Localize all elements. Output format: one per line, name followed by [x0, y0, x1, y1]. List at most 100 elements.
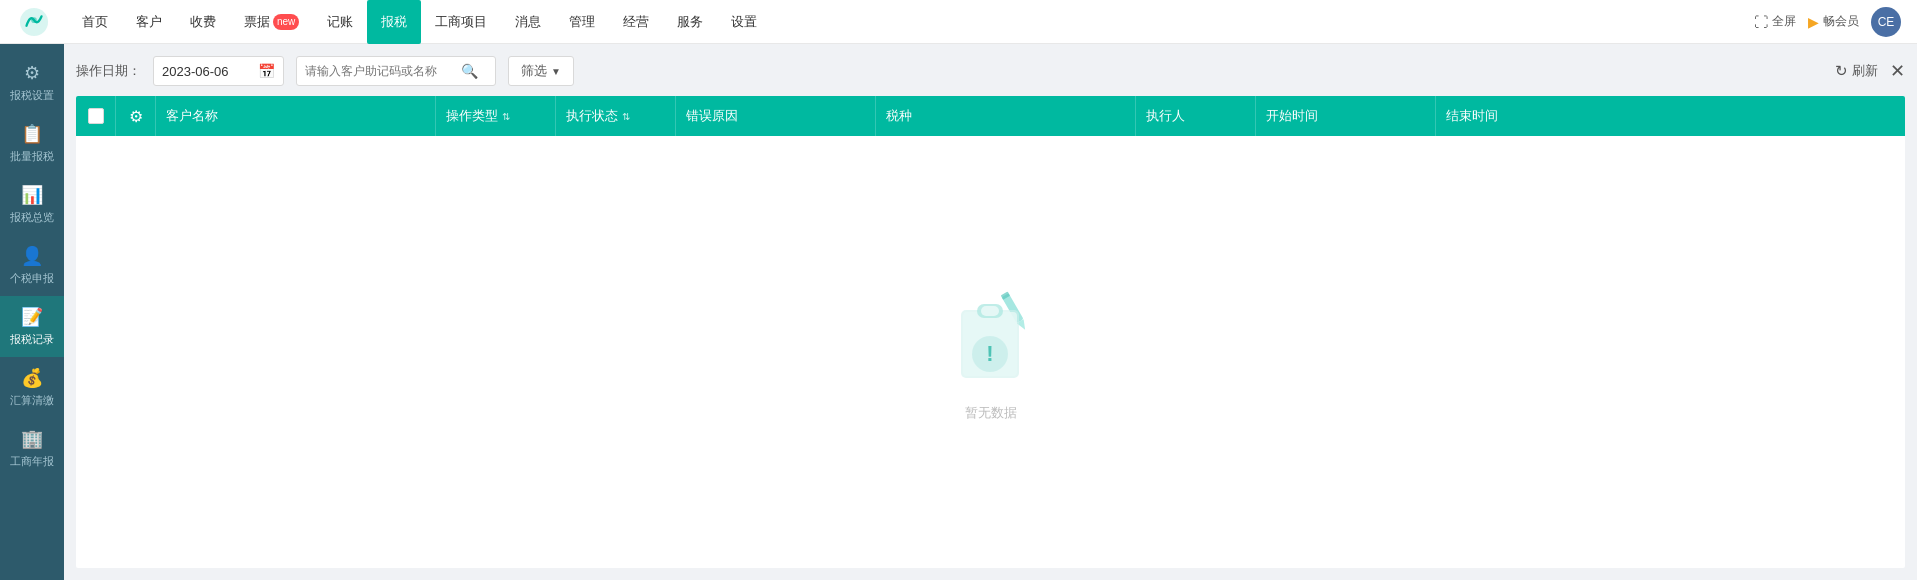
nav-item-设置[interactable]: 设置 [717, 0, 771, 44]
top-navigation: 首页客户收费票据new记账报税工商项目消息管理经营服务设置 ⛶ 全屏 ▶ 畅会员… [0, 0, 1917, 44]
sidebar: ⚙ 报税设置 📋 批量报税 📊 报税总览 👤 个税申报 📝 报税记录 💰 汇算清缴 🏢 工商年报 [0, 44, 64, 580]
app-logo[interactable] [16, 4, 52, 40]
sidebar-item-huisuanqingsuan[interactable]: 💰 汇算清缴 [0, 357, 64, 418]
calendar-icon: 📅 [258, 63, 275, 79]
nav-label: 票据 [244, 13, 270, 31]
nav-badge: new [273, 14, 299, 30]
nav-label: 服务 [677, 13, 703, 31]
sidebar-label-huisuanqingsuan: 汇算清缴 [10, 393, 54, 408]
nav-label: 工商项目 [435, 13, 487, 31]
th-settings[interactable]: ⚙ [116, 96, 156, 136]
nav-right: ⛶ 全屏 ▶ 畅会员 CE [1754, 7, 1901, 37]
refresh-icon: ↻ [1835, 62, 1848, 80]
th-label-errorReason: 错误原因 [686, 107, 738, 125]
nav-item-客户[interactable]: 客户 [122, 0, 176, 44]
sidebar-label-gongshangnianbaos: 工商年报 [10, 454, 54, 469]
nav-label: 记账 [327, 13, 353, 31]
gongshangnianbaos-icon: 🏢 [21, 428, 43, 450]
baoshuishezhi-icon: ⚙ [21, 62, 43, 84]
empty-state: ! 暂无数据 [901, 242, 1081, 462]
th-operationType[interactable]: 操作类型 ⇅ [436, 96, 556, 136]
toolbar-right: ↻ 刷新 ✕ [1835, 62, 1905, 80]
nav-label: 首页 [82, 13, 108, 31]
sidebar-label-geshuishenbao: 个税申报 [10, 271, 54, 286]
nav-item-消息[interactable]: 消息 [501, 0, 555, 44]
sidebar-item-piliangbaoshui[interactable]: 📋 批量报税 [0, 113, 64, 174]
date-input[interactable] [162, 64, 252, 79]
sidebar-label-baoshuishezhi: 报税设置 [10, 88, 54, 103]
chevron-down-icon: ▼ [551, 66, 561, 77]
content-area: 操作日期： 📅 🔍 筛选 ▼ ↻ 刷新 ✕ ⚙客 [64, 44, 1917, 580]
table-body: ! 暂无数据 [76, 136, 1905, 568]
search-box[interactable]: 🔍 [296, 56, 496, 86]
nav-label: 客户 [136, 13, 162, 31]
sort-icon-operationType[interactable]: ⇅ [502, 111, 510, 122]
nav-item-经营[interactable]: 经营 [609, 0, 663, 44]
th-executor: 执行人 [1136, 96, 1256, 136]
th-execStatus[interactable]: 执行状态 ⇅ [556, 96, 676, 136]
th-label-operationType: 操作类型 [446, 107, 498, 125]
th-label-clientName: 客户名称 [166, 107, 218, 125]
date-label: 操作日期： [76, 62, 141, 80]
nav-item-记账[interactable]: 记账 [313, 0, 367, 44]
filter-button[interactable]: 筛选 ▼ [508, 56, 574, 86]
nav-item-工商项目[interactable]: 工商项目 [421, 0, 501, 44]
fullscreen-button[interactable]: ⛶ 全屏 [1754, 13, 1796, 30]
nav-item-收费[interactable]: 收费 [176, 0, 230, 44]
baoshuizonglan-icon: 📊 [21, 184, 43, 206]
nav-label: 设置 [731, 13, 757, 31]
filter-label: 筛选 [521, 62, 547, 80]
nav-label: 收费 [190, 13, 216, 31]
geshuishenbao-icon: 👤 [21, 245, 43, 267]
settings-icon[interactable]: ⚙ [129, 107, 143, 126]
th-label-executor: 执行人 [1146, 107, 1185, 125]
th-label-endTime: 结束时间 [1446, 107, 1498, 125]
svg-text:!: ! [986, 341, 993, 366]
th-clientName: 客户名称 [156, 96, 436, 136]
nav-item-报税[interactable]: 报税 [367, 0, 421, 44]
svg-rect-8 [981, 306, 999, 316]
th-label-taxType: 税种 [886, 107, 912, 125]
data-table: ⚙ 客户名称 操作类型 ⇅ 执行状态 ⇅ 错误原因 税种 执行人 开始时间结束时间 [76, 96, 1905, 568]
sidebar-item-gongshangnianbaos[interactable]: 🏢 工商年报 [0, 418, 64, 479]
th-errorReason: 错误原因 [676, 96, 876, 136]
avatar[interactable]: CE [1871, 7, 1901, 37]
piliangbaoshui-icon: 📋 [21, 123, 43, 145]
header-checkbox[interactable] [88, 108, 104, 124]
member-button[interactable]: ▶ 畅会员 [1808, 13, 1859, 30]
nav-item-管理[interactable]: 管理 [555, 0, 609, 44]
huisuanqingsuan-icon: 💰 [21, 367, 43, 389]
th-checkbox[interactable] [76, 96, 116, 136]
baoshuijilu-icon: 📝 [21, 306, 43, 328]
nav-items: 首页客户收费票据new记账报税工商项目消息管理经营服务设置 [68, 0, 1754, 44]
sort-icon-execStatus[interactable]: ⇅ [622, 111, 630, 122]
nav-item-首页[interactable]: 首页 [68, 0, 122, 44]
refresh-button[interactable]: ↻ 刷新 [1835, 62, 1878, 80]
nav-label: 消息 [515, 13, 541, 31]
toolbar: 操作日期： 📅 🔍 筛选 ▼ ↻ 刷新 ✕ [76, 56, 1905, 86]
nav-item-票据[interactable]: 票据new [230, 0, 313, 44]
sidebar-label-piliangbaoshui: 批量报税 [10, 149, 54, 164]
date-picker[interactable]: 📅 [153, 56, 284, 86]
sidebar-item-baoshuizonglan[interactable]: 📊 报税总览 [0, 174, 64, 235]
th-taxType: 税种 [876, 96, 1136, 136]
search-input[interactable] [305, 64, 455, 78]
th-endTime: 结束时间 [1436, 96, 1576, 136]
main-layout: ⚙ 报税设置 📋 批量报税 📊 报税总览 👤 个税申报 📝 报税记录 💰 汇算清缴 🏢 工商年报 操作日期… [0, 44, 1917, 580]
nav-label: 报税 [381, 13, 407, 31]
table-header: ⚙ 客户名称 操作类型 ⇅ 执行状态 ⇅ 错误原因 税种 执行人 开始时间结束时间 [76, 96, 1905, 136]
nav-item-服务[interactable]: 服务 [663, 0, 717, 44]
sidebar-item-geshuishenbao[interactable]: 👤 个税申报 [0, 235, 64, 296]
sidebar-label-baoshuizonglan: 报税总览 [10, 210, 54, 225]
close-button[interactable]: ✕ [1890, 62, 1905, 80]
th-startTime: 开始时间 [1256, 96, 1436, 136]
th-label-execStatus: 执行状态 [566, 107, 618, 125]
empty-text: 暂无数据 [965, 404, 1017, 422]
svg-point-1 [31, 17, 37, 23]
sidebar-label-baoshuijilu: 报税记录 [10, 332, 54, 347]
sidebar-item-baoshuijilu[interactable]: 📝 报税记录 [0, 296, 64, 357]
search-icon[interactable]: 🔍 [461, 63, 478, 79]
sidebar-item-baoshuishezhi[interactable]: ⚙ 报税设置 [0, 52, 64, 113]
nav-label: 经营 [623, 13, 649, 31]
empty-illustration: ! [941, 282, 1041, 392]
